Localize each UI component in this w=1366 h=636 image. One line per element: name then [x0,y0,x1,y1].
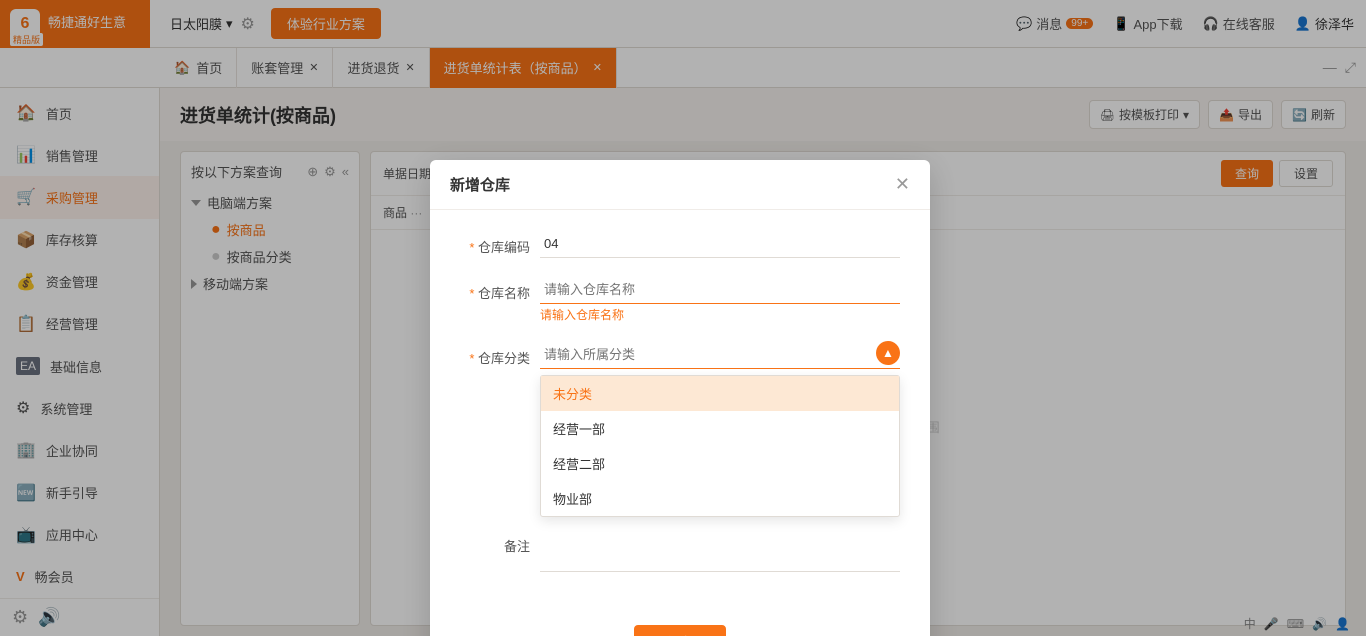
note-label: 备注 [460,529,540,555]
code-label: 仓库编码 [460,230,540,256]
category-option-property[interactable]: 物业部 [541,481,899,516]
modal-title: 新增仓库 [450,174,510,195]
category-option-dept2[interactable]: 经营二部 [541,446,899,481]
code-field-row: 仓库编码 [460,230,900,258]
category-input[interactable] [540,341,900,369]
category-option-dept1[interactable]: 经营一部 [541,411,899,446]
modal-body: 仓库编码 仓库名称 请输入仓库名称 仓库分类 ▲ 未分类 [430,210,930,613]
name-label: 仓库名称 [460,276,540,302]
category-dropdown: 未分类 经营一部 经营二部 物业部 [540,375,900,517]
modal-header: 新增仓库 ✕ [430,160,930,210]
add-warehouse-modal: 新增仓库 ✕ 仓库编码 仓库名称 请输入仓库名称 仓库分类 ▲ [430,160,930,636]
note-input[interactable] [540,529,900,572]
name-field: 请输入仓库名称 [540,276,900,323]
name-error-msg: 请输入仓库名称 [540,306,900,323]
modal-footer: 保存 [430,613,930,636]
category-label: 仓库分类 [460,341,540,367]
category-field: ▲ 未分类 经营一部 经营二部 物业部 [540,341,900,369]
category-option-unclassified[interactable]: 未分类 [541,376,899,411]
name-field-row: 仓库名称 请输入仓库名称 [460,276,900,323]
code-input[interactable] [540,230,900,258]
save-button[interactable]: 保存 [634,625,726,636]
category-toggle-button[interactable]: ▲ [876,341,900,365]
name-input[interactable] [540,276,900,304]
note-field-row: 备注 [460,529,900,575]
code-field [540,230,900,258]
category-input-wrap: ▲ [540,341,900,369]
note-field [540,529,900,575]
modal-close-button[interactable]: ✕ [895,174,910,195]
category-field-row: 仓库分类 ▲ 未分类 经营一部 经营二部 物业部 [460,341,900,369]
